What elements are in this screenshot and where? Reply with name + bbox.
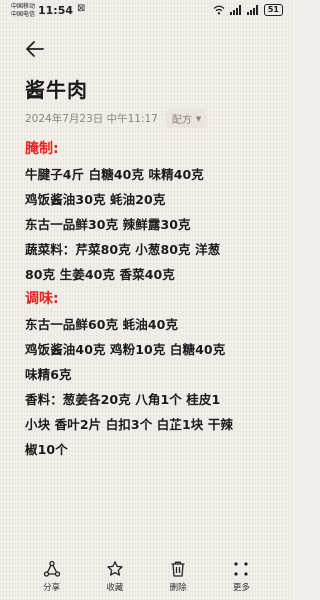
signal-icon-1 <box>229 5 241 15</box>
note-body[interactable]: 腌制: 牛腱子4斤 白糖40克 味精40克 鸡饭酱油30克 蚝油20克 东古一品… <box>25 137 287 462</box>
section-seasoning: 调味: 东古一品鲜60克 蚝油40克 鸡饭酱油40克 鸡粉10克 白糖40克 味… <box>25 287 287 462</box>
carrier-2: 中国电信 <box>11 11 36 18</box>
text-line: 鸡饭酱油40克 鸡粉10克 白糖40克 <box>25 342 226 357</box>
text-line: 小块 香叶2片 白扣3个 白芷1块 干辣 <box>25 417 234 432</box>
favorite-label: 收藏 <box>106 583 124 593</box>
note-title: 酱牛肉 <box>25 78 88 102</box>
system-icons: 51 <box>213 4 283 16</box>
carrier-info: 中国移动 中国电信 <box>11 3 35 19</box>
delete-button[interactable]: 删除 <box>158 560 198 600</box>
text-line: 鸡饭酱油30克 蚝油20克 <box>25 192 166 207</box>
more-button[interactable]: 更多 <box>221 560 261 600</box>
text-line: 东古一品鲜60克 蚝油40克 <box>25 317 179 332</box>
signal-icon-2 <box>246 5 258 15</box>
text-line: 蔬菜料：芹菜80克 小葱80克 洋葱 <box>25 242 221 257</box>
delete-label: 删除 <box>169 583 187 593</box>
back-button[interactable] <box>24 38 46 60</box>
note-meta: 2024年7月23日 中午11:17 配方 ▼ <box>25 109 208 128</box>
section-heading: 调味: <box>25 291 59 307</box>
text-line: 味精6克 <box>25 367 72 382</box>
notification-icon: ⊠ <box>77 3 86 14</box>
text-line: 椒10个 <box>25 442 68 457</box>
share-button[interactable]: 分享 <box>32 560 72 600</box>
text-line: 80克 生姜40克 香菜40克 <box>25 267 175 282</box>
battery-icon: 51 <box>263 4 283 16</box>
bottom-toolbar: 分享 收藏 删除 更多 <box>0 560 293 600</box>
note-date: 2024年7月23日 中午11:17 <box>25 113 158 125</box>
more-dots-icon <box>234 562 248 576</box>
status-bar: 中国移动 中国电信 11:54 ⊠ 51 <box>0 0 293 24</box>
category-label: 配方 <box>171 115 192 126</box>
category-dropdown[interactable]: 配方 ▼ <box>165 109 208 128</box>
favorite-button[interactable]: 收藏 <box>95 560 135 600</box>
back-arrow-icon <box>26 41 44 57</box>
trash-icon <box>171 561 185 577</box>
text-line: 牛腱子4斤 白糖40克 味精40克 <box>25 167 204 182</box>
text-line: 东古一品鲜30克 辣鲜露30克 <box>25 217 191 232</box>
share-icon <box>43 560 60 577</box>
carrier-1: 中国移动 <box>11 3 36 10</box>
wifi-icon <box>213 5 225 15</box>
dropdown-arrow-icon: ▼ <box>195 114 202 123</box>
section-marinade: 腌制: 牛腱子4斤 白糖40克 味精40克 鸡饭酱油30克 蚝油20克 东古一品… <box>25 137 287 287</box>
more-label: 更多 <box>232 583 250 593</box>
star-icon <box>107 561 123 576</box>
text-line: 香料：葱姜各20克 八角1个 桂皮1 <box>25 392 221 407</box>
section-heading: 腌制: <box>25 141 59 157</box>
clock: 11:54 <box>38 4 74 17</box>
share-label: 分享 <box>43 583 61 593</box>
